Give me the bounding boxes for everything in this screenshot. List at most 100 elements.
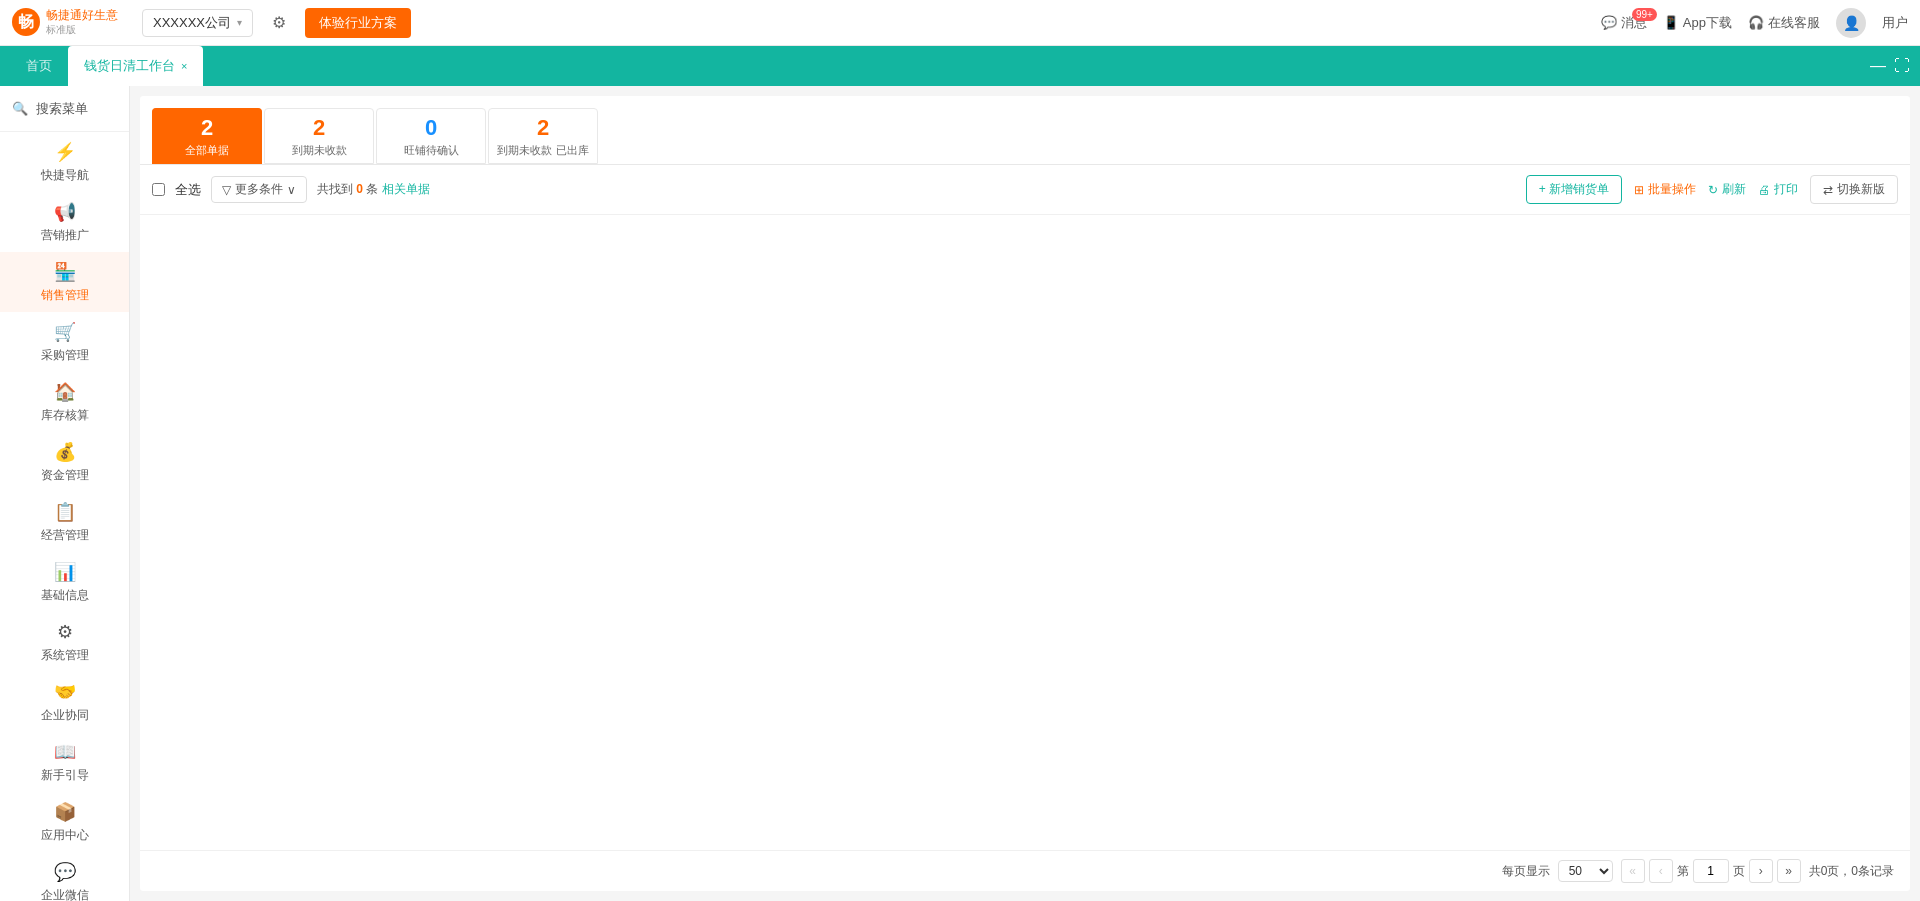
minimize-tab-icon[interactable]: — <box>1870 57 1886 75</box>
sidebar-item-label: 经营管理 <box>41 527 89 544</box>
sidebar-item-label: 企业协同 <box>41 707 89 724</box>
service-icon: 🎧 <box>1748 15 1764 30</box>
stat-num-all: 2 <box>201 115 213 141</box>
sidebar-item-label: 资金管理 <box>41 467 89 484</box>
close-tab-icon[interactable]: × <box>181 60 187 72</box>
sidebar-item-wechat[interactable]: 💬 企业微信 <box>0 852 129 901</box>
filter-icon: ▽ <box>222 183 231 197</box>
sidebar-item-sales[interactable]: 🏪 销售管理 <box>0 252 129 312</box>
select-all-checkbox[interactable] <box>152 183 165 196</box>
sidebar-item-system[interactable]: ⚙ 系统管理 <box>0 612 129 672</box>
sidebar-item-label: 销售管理 <box>41 287 89 304</box>
stat-num-overdue: 2 <box>313 115 325 141</box>
sidebar-item-label: 营销推广 <box>41 227 89 244</box>
messages-badge: 99+ <box>1632 8 1657 21</box>
switch-new-version-btn[interactable]: ⇄ 切换新版 <box>1810 175 1898 204</box>
company-selector[interactable]: XXXXXX公司 ▾ <box>142 9 253 37</box>
cooperation-icon: 🤝 <box>54 681 76 703</box>
sidebar-item-guide[interactable]: 📖 新手引导 <box>0 732 129 792</box>
page-unit: 页 <box>1733 863 1745 880</box>
logo-area: 畅 畅捷通好生意 标准版 <box>12 8 142 36</box>
sidebar-item-operations[interactable]: 📋 经营管理 <box>0 492 129 552</box>
sidebar: 🔍 搜索菜单 ⚡ 快捷导航 📢 营销推广 🏪 销售管理 🛒 采购管理 🏠 库存核… <box>0 86 130 901</box>
basic-info-icon: 📊 <box>54 561 76 583</box>
sidebar-item-inventory[interactable]: 🏠 库存核算 <box>0 372 129 432</box>
content-area: 2 全部单据 2 到期未收款 0 旺铺待确认 2 到期未收款 已出库 <box>130 86 1920 901</box>
stat-num-pending: 0 <box>425 115 437 141</box>
company-name: XXXXXX公司 <box>153 14 231 32</box>
sidebar-item-marketing[interactable]: 📢 营销推广 <box>0 192 129 252</box>
last-page-btn[interactable]: » <box>1777 859 1801 883</box>
app-download-btn[interactable]: 📱 App下载 <box>1663 14 1732 32</box>
toolbar-left: 全选 ▽ 更多条件 ∨ 共找到 0 条 相关单据 <box>152 176 1516 203</box>
stat-tab-all[interactable]: 2 全部单据 <box>152 108 262 164</box>
logo-text: 畅捷通好生意 <box>46 8 118 22</box>
sidebar-item-label: 库存核算 <box>41 407 89 424</box>
app-center-icon: 📦 <box>54 801 76 823</box>
batch-icon: ⊞ <box>1634 183 1644 197</box>
sidebar-item-purchase[interactable]: 🛒 采购管理 <box>0 312 129 372</box>
per-page-label: 每页显示 <box>1502 863 1550 880</box>
nav-tabs: 首页 钱货日清工作台 × — ⛶ <box>0 46 1920 86</box>
inventory-icon: 🏠 <box>54 381 76 403</box>
prev-page-btn[interactable]: ‹ <box>1649 859 1673 883</box>
switch-icon: ⇄ <box>1823 183 1833 197</box>
messages-btn[interactable]: 💬 消息 99+ <box>1601 14 1647 32</box>
logo-icon: 畅 <box>12 8 40 36</box>
top-right-area: 💬 消息 99+ 📱 App下载 🎧 在线客服 👤 用户 <box>1601 8 1908 38</box>
toolbar: 全选 ▽ 更多条件 ∨ 共找到 0 条 相关单据 + 新增销货单 <box>140 165 1910 215</box>
table-area <box>140 215 1910 850</box>
sidebar-search[interactable]: 🔍 搜索菜单 <box>0 86 129 132</box>
more-filter-btn[interactable]: ▽ 更多条件 ∨ <box>211 176 307 203</box>
stat-label-overdue: 到期未收款 <box>292 143 347 158</box>
stat-num-overdue-out: 2 <box>537 115 549 141</box>
avatar[interactable]: 👤 <box>1836 8 1866 38</box>
marketing-icon: 📢 <box>54 201 76 223</box>
stat-tab-pending[interactable]: 0 旺铺待确认 <box>376 108 486 164</box>
tab-controls: — ⛶ <box>1870 57 1910 75</box>
trial-btn[interactable]: 体验行业方案 <box>305 8 411 38</box>
main-layout: 🔍 搜索菜单 ⚡ 快捷导航 📢 营销推广 🏪 销售管理 🛒 采购管理 🏠 库存核… <box>0 86 1920 901</box>
first-page-btn[interactable]: « <box>1621 859 1645 883</box>
stat-label-overdue-out: 到期未收款 已出库 <box>497 143 588 158</box>
company-dropdown-arrow: ▾ <box>237 17 242 28</box>
message-icon: 💬 <box>1601 15 1617 30</box>
page-number-input[interactable] <box>1693 859 1729 883</box>
batch-operations-btn[interactable]: ⊞ 批量操作 <box>1634 181 1696 198</box>
sidebar-item-quick-nav[interactable]: ⚡ 快捷导航 <box>0 132 129 192</box>
sidebar-item-label: 新手引导 <box>41 767 89 784</box>
stat-tab-overdue[interactable]: 2 到期未收款 <box>264 108 374 164</box>
stat-tab-overdue-out[interactable]: 2 到期未收款 已出库 <box>488 108 598 164</box>
maximize-tab-icon[interactable]: ⛶ <box>1894 57 1910 75</box>
sidebar-item-label: 企业微信 <box>41 887 89 902</box>
quick-nav-icon: ⚡ <box>54 141 76 163</box>
found-count: 0 <box>356 182 363 196</box>
new-sales-order-btn[interactable]: + 新增销货单 <box>1526 175 1622 204</box>
home-tab-label: 首页 <box>26 57 52 75</box>
sales-icon: 🏪 <box>54 261 76 283</box>
page-nav: « ‹ 第 页 › » <box>1621 859 1801 883</box>
finance-icon: 💰 <box>54 441 76 463</box>
tab-home[interactable]: 首页 <box>10 46 68 86</box>
sidebar-item-basic-info[interactable]: 📊 基础信息 <box>0 552 129 612</box>
app-download-icon: 📱 <box>1663 15 1679 30</box>
wechat-icon: 💬 <box>54 861 76 883</box>
refresh-icon: ↻ <box>1708 183 1718 197</box>
sidebar-item-app-center[interactable]: 📦 应用中心 <box>0 792 129 852</box>
online-service-label: 在线客服 <box>1768 14 1820 32</box>
select-all-label: 全选 <box>175 181 201 199</box>
search-label: 搜索菜单 <box>36 100 88 118</box>
settings-button[interactable]: ⚙ <box>263 7 295 39</box>
per-page-select[interactable]: 50 100 200 <box>1558 860 1613 882</box>
next-page-btn[interactable]: › <box>1749 859 1773 883</box>
print-btn[interactable]: 🖨 打印 <box>1758 181 1798 198</box>
tab-daily-work[interactable]: 钱货日清工作台 × <box>68 46 203 86</box>
print-icon: 🖨 <box>1758 183 1770 197</box>
sidebar-item-label: 采购管理 <box>41 347 89 364</box>
online-service-btn[interactable]: 🎧 在线客服 <box>1748 14 1820 32</box>
refresh-btn[interactable]: ↻ 刷新 <box>1708 181 1746 198</box>
stats-tabs: 2 全部单据 2 到期未收款 0 旺铺待确认 2 到期未收款 已出库 <box>140 96 1910 165</box>
sidebar-item-finance[interactable]: 💰 资金管理 <box>0 432 129 492</box>
stat-label-all: 全部单据 <box>185 143 229 158</box>
sidebar-item-cooperation[interactable]: 🤝 企业协同 <box>0 672 129 732</box>
